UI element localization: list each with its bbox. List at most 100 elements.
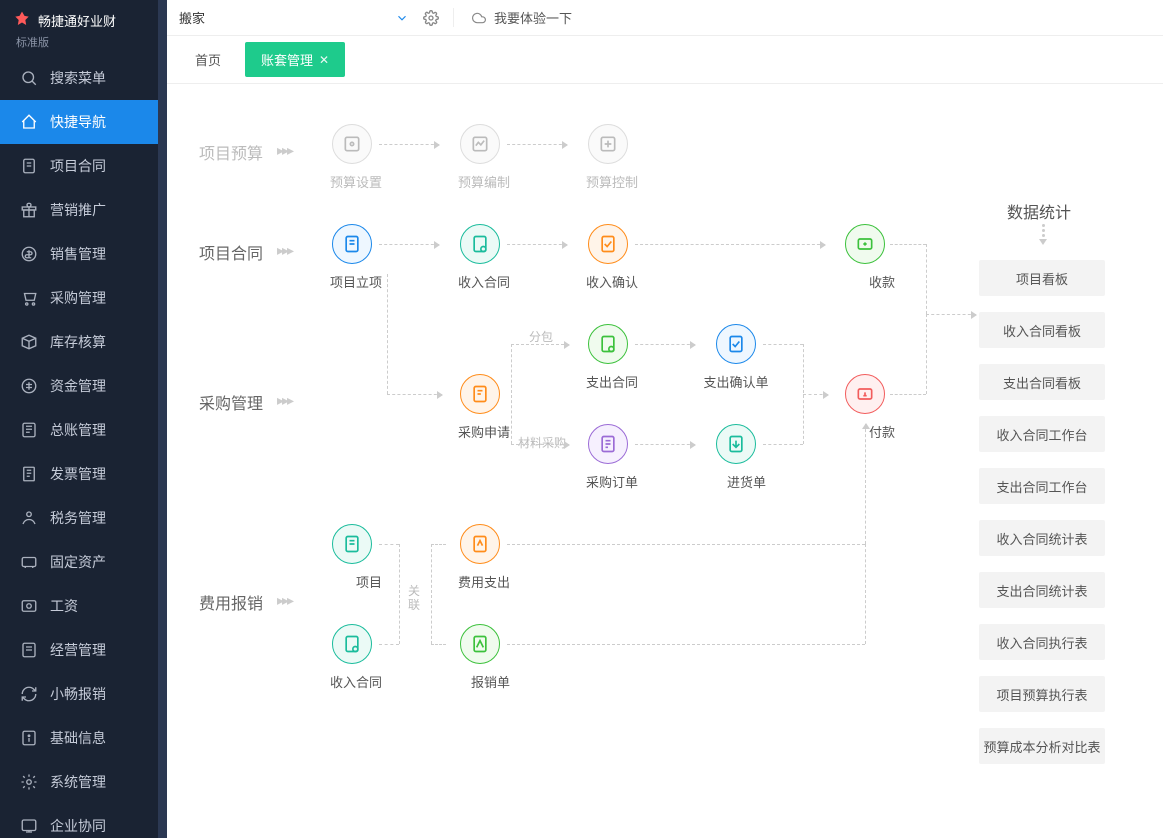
node-project[interactable]: 项目 — [322, 524, 382, 591]
cloud-icon — [470, 11, 488, 25]
row-arrows: ▸▸▸ — [277, 142, 292, 159]
tryout-link[interactable]: 我要体验一下 — [453, 8, 572, 27]
sidebar-item-3[interactable]: 营销推广 — [0, 188, 158, 232]
node-expense-contract[interactable]: 支出合同 — [578, 324, 638, 391]
sidebar-item-label: 企业协同 — [50, 816, 106, 836]
tab-1[interactable]: 账套管理✕ — [245, 42, 345, 77]
doc-icon — [20, 157, 38, 175]
stats-button-6[interactable]: 支出合同统计表 — [979, 572, 1105, 608]
sidebar-item-label: 工资 — [50, 596, 78, 616]
money-icon — [20, 377, 38, 395]
row-arrows: ▸▸▸ — [277, 242, 292, 259]
chevron-down-icon — [395, 11, 409, 25]
tab-label: 首页 — [195, 50, 221, 69]
node-expense-out[interactable]: 费用支出 — [450, 524, 510, 591]
node-budget-setting[interactable]: 预算设置 — [322, 124, 382, 191]
sidebar-item-4[interactable]: 销售管理 — [0, 232, 158, 276]
sidebar-item-label: 项目合同 — [50, 156, 106, 176]
biz-icon — [20, 641, 38, 659]
sidebar-item-label: 小畅报销 — [50, 684, 106, 704]
tenant-select[interactable]: 搬家 — [179, 8, 409, 27]
sidebar-item-6[interactable]: 库存核算 — [0, 320, 158, 364]
sidebar-item-label: 营销推广 — [50, 200, 106, 220]
stats-button-5[interactable]: 收入合同统计表 — [979, 520, 1105, 556]
wage-icon — [20, 597, 38, 615]
row-label-contract: 项目合同 — [199, 240, 263, 264]
search-icon — [20, 69, 38, 87]
sidebar-item-5[interactable]: 采购管理 — [0, 276, 158, 320]
sidebar-item-label: 库存核算 — [50, 332, 106, 352]
info-icon — [20, 729, 38, 747]
sidebar-item-label: 总账管理 — [50, 420, 106, 440]
sidebar-item-14[interactable]: 小畅报销 — [0, 672, 158, 716]
stats-button-8[interactable]: 项目预算执行表 — [979, 676, 1105, 712]
sidebar-item-8[interactable]: 总账管理 — [0, 408, 158, 452]
tax-icon — [20, 509, 38, 527]
sidebar-item-label: 搜索菜单 — [50, 68, 106, 88]
sidebar-item-label: 经营管理 — [50, 640, 106, 660]
branch-label-subcontract: 分包 — [529, 328, 553, 345]
node-budget-control[interactable]: 预算控制 — [578, 124, 638, 191]
stats-title: 数据统计 — [1007, 199, 1071, 223]
node-income-confirm[interactable]: 收入确认 — [578, 224, 638, 291]
row-label-expense: 费用报销 — [199, 590, 263, 614]
stats-button-9[interactable]: 预算成本分析对比表 — [979, 728, 1105, 764]
node-purchase-apply[interactable]: 采购申请 — [450, 374, 510, 441]
tryout-label: 我要体验一下 — [494, 8, 572, 27]
settings-icon — [20, 773, 38, 791]
row-label-purchase: 采购管理 — [199, 390, 263, 414]
branch-label-material: 材料采购 — [518, 434, 566, 451]
edition-label: 标准版 — [0, 34, 158, 56]
cart-icon — [20, 289, 38, 307]
row-arrows: ▸▸▸ — [277, 392, 292, 409]
sidebar-item-label: 固定资产 — [50, 552, 106, 572]
home-icon — [20, 113, 38, 131]
brand-name: 畅捷通好业财 — [38, 11, 116, 30]
node-receive[interactable]: 收款 — [835, 224, 895, 291]
sidebar-item-0[interactable]: 搜索菜单 — [0, 56, 158, 100]
node-income-contract[interactable]: 收入合同 — [450, 224, 510, 291]
collab-icon — [20, 817, 38, 835]
sidebar-item-9[interactable]: 发票管理 — [0, 452, 158, 496]
stats-button-4[interactable]: 支出合同工作台 — [979, 468, 1105, 504]
node-income-contract-2[interactable]: 收入合同 — [322, 624, 382, 691]
refresh-icon — [20, 685, 38, 703]
sidebar-item-label: 快捷导航 — [50, 112, 106, 132]
stats-button-0[interactable]: 项目看板 — [979, 260, 1105, 296]
sidebar-scrollbar[interactable] — [158, 0, 167, 838]
branch-label-relate: 关 联 — [408, 584, 420, 612]
sidebar-item-11[interactable]: 固定资产 — [0, 540, 158, 584]
sidebar-item-13[interactable]: 经营管理 — [0, 628, 158, 672]
sale-icon — [20, 245, 38, 263]
tab-0[interactable]: 首页 — [179, 42, 237, 77]
sidebar-item-label: 税务管理 — [50, 508, 106, 528]
asset-icon — [20, 553, 38, 571]
stats-button-7[interactable]: 收入合同执行表 — [979, 624, 1105, 660]
sidebar-item-7[interactable]: 资金管理 — [0, 364, 158, 408]
box-icon — [20, 333, 38, 351]
stats-button-2[interactable]: 支出合同看板 — [979, 364, 1105, 400]
sidebar-item-label: 系统管理 — [50, 772, 106, 792]
node-reimburse[interactable]: 报销单 — [450, 624, 510, 691]
close-icon[interactable]: ✕ — [319, 53, 329, 67]
main: 搬家 我要体验一下 首页 账套管理✕ 项目预算 ▸▸▸ 项目合同 ▸▸▸ 采购管理… — [167, 0, 1163, 838]
node-budget-compile[interactable]: 预算编制 — [450, 124, 510, 191]
stats-button-3[interactable]: 收入合同工作台 — [979, 416, 1105, 452]
node-goods-in[interactable]: 进货单 — [706, 424, 766, 491]
tenant-name: 搬家 — [179, 8, 205, 27]
node-expense-confirm[interactable]: 支出确认单 — [706, 324, 766, 391]
node-project-init[interactable]: 项目立项 — [322, 224, 382, 291]
stats-button-1[interactable]: 收入合同看板 — [979, 312, 1105, 348]
sidebar-item-12[interactable]: 工资 — [0, 584, 158, 628]
node-purchase-order[interactable]: 采购订单 — [578, 424, 638, 491]
sidebar-item-16[interactable]: 系统管理 — [0, 760, 158, 804]
sidebar-item-2[interactable]: 项目合同 — [0, 144, 158, 188]
brand: 畅捷通好业财 — [0, 0, 158, 34]
sidebar-item-10[interactable]: 税务管理 — [0, 496, 158, 540]
gear-icon[interactable] — [423, 10, 439, 26]
row-label-budget: 项目预算 — [199, 140, 263, 164]
sidebar-item-1[interactable]: 快捷导航 — [0, 100, 158, 144]
sidebar-item-15[interactable]: 基础信息 — [0, 716, 158, 760]
sidebar-item-17[interactable]: 企业协同 — [0, 804, 158, 838]
row-arrows: ▸▸▸ — [277, 592, 292, 609]
